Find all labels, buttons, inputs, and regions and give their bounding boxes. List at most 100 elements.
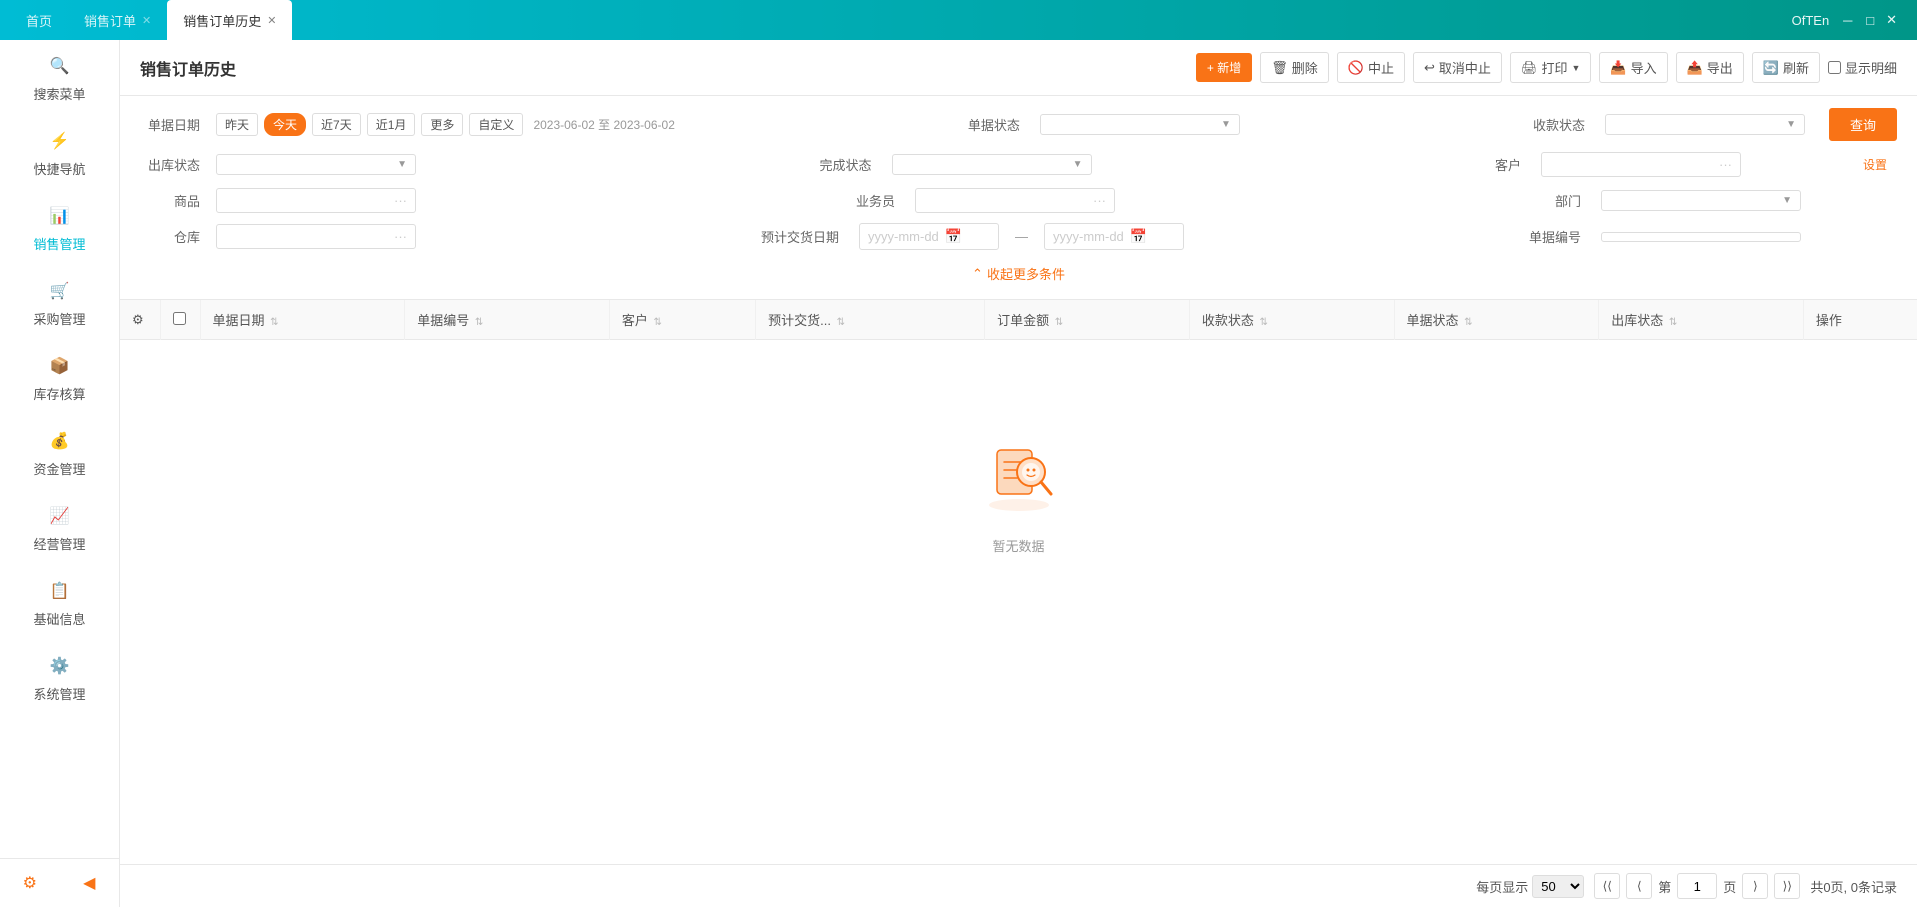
table-body: 暂无数据 (120, 340, 1917, 636)
tab-home[interactable]: 首页 (10, 0, 68, 40)
sidebar-fund-mgmt-label: 资金管理 (33, 459, 85, 478)
sort-doc-no-icon: ⇅ (475, 317, 483, 328)
warehouse-input[interactable]: ··· (216, 224, 416, 249)
sidebar-item-purchase-mgmt[interactable]: 🛒 采购管理 (0, 265, 119, 340)
print-button[interactable]: 🖨 打印 ▼ (1510, 52, 1591, 83)
tab-sales-order-label: 销售订单 (84, 11, 136, 30)
empty-text: 暂无数据 (992, 536, 1044, 555)
export-button[interactable]: 📤 导出 (1676, 52, 1744, 83)
th-checkbox[interactable] (160, 300, 200, 340)
page-first-button[interactable]: ⟨⟨ (1594, 873, 1620, 899)
product-input[interactable]: ··· (216, 188, 416, 213)
page-last-button[interactable]: ⟩⟩ (1774, 873, 1800, 899)
stop-button[interactable]: 🚫 中止 (1337, 52, 1405, 83)
sidebar-quick-nav-label: 快捷导航 (33, 159, 85, 178)
sort-expected-delivery-icon: ⇅ (837, 317, 845, 328)
date-separator: — (1015, 229, 1028, 244)
refresh-button[interactable]: 🔄 刷新 (1752, 52, 1820, 83)
th-doc-date[interactable]: 单据日期 ⇅ (200, 300, 405, 340)
date-btn-today[interactable]: 今天 (264, 113, 306, 136)
warehouse-dots: ··· (394, 229, 407, 244)
outbound-status-select[interactable]: ▼ (216, 154, 416, 175)
order-status-select[interactable]: ▼ (1040, 114, 1240, 135)
date-btn-yesterday[interactable]: 昨天 (216, 113, 258, 136)
window-close[interactable]: ✕ (1886, 12, 1897, 28)
sidebar-settings-icon[interactable]: ⚙ (16, 869, 44, 897)
th-outbound-status[interactable]: 出库状态 ⇅ (1599, 300, 1804, 340)
page-next-button[interactable]: ⟩ (1742, 873, 1768, 899)
filter-section: 单据日期 昨天 今天 近7天 近1月 更多 自定义 2023-06-02 至 2… (120, 96, 1917, 300)
sort-outbound-status-icon: ⇅ (1669, 317, 1677, 328)
department-select[interactable]: ▼ (1601, 190, 1801, 211)
stop-label: 中止 (1368, 58, 1394, 77)
purchase-mgmt-icon: 🛒 (46, 277, 74, 305)
cancel-stop-button[interactable]: ↩ 取消中止 (1413, 52, 1502, 83)
tab-sales-order[interactable]: 销售订单 ✕ (68, 0, 167, 40)
th-customer[interactable]: 客户 ⇅ (609, 300, 755, 340)
completion-status-select[interactable]: ▼ (892, 154, 1092, 175)
date-btn-7days[interactable]: 近7天 (312, 113, 361, 136)
page-label-before: 第 (1658, 877, 1671, 896)
th-expected-delivery-label: 预计交货... (768, 313, 831, 328)
date-btn-custom[interactable]: 自定义 (469, 113, 523, 136)
sidebar-item-sys-mgmt[interactable]: ⚙️ 系统管理 (0, 640, 119, 715)
tab-sales-order-close[interactable]: ✕ (142, 14, 151, 27)
sidebar-item-operation-mgmt[interactable]: 📈 经营管理 (0, 490, 119, 565)
th-doc-status[interactable]: 单据状态 ⇅ (1394, 300, 1599, 340)
date-btn-more[interactable]: 更多 (421, 113, 463, 136)
page-size-dropdown[interactable]: 10 20 50 100 (1532, 875, 1584, 898)
sidebar-item-quick-nav[interactable]: ⚡ 快捷导航 (0, 115, 119, 190)
page-size-label: 每页显示 (1476, 877, 1528, 896)
sidebar-item-inventory-calc[interactable]: 📦 库存核算 (0, 340, 119, 415)
delete-button[interactable]: 🗑 删除 (1260, 52, 1329, 83)
empty-state: 暂无数据 (120, 340, 1917, 635)
sidebar-item-sales-mgmt[interactable]: 📊 销售管理 (0, 190, 119, 265)
sort-doc-status-icon: ⇅ (1464, 317, 1472, 328)
outbound-status-chevron-icon: ▼ (397, 159, 407, 170)
th-doc-no[interactable]: 单据编号 ⇅ (405, 300, 610, 340)
tab-sales-order-history-close[interactable]: ✕ (267, 14, 276, 27)
toolbar: + 新增 🗑 删除 🚫 中止 ↩ 取消中止 🖨 打印 ▼ (1196, 52, 1897, 83)
th-expected-delivery[interactable]: 预计交货... ⇅ (756, 300, 985, 340)
collapse-row[interactable]: ⌃ 收起更多条件 (140, 260, 1897, 287)
th-settings[interactable]: ⚙ (120, 300, 160, 340)
pay-status-select[interactable]: ▼ (1605, 114, 1805, 135)
page-prev-button[interactable]: ⟨ (1626, 873, 1652, 899)
salesperson-input[interactable]: ··· (915, 188, 1115, 213)
tab-sales-order-history[interactable]: 销售订单历史 ✕ (167, 0, 292, 40)
delete-label: 删除 (1292, 58, 1318, 77)
show-details-checkbox[interactable] (1828, 61, 1841, 74)
setup-button[interactable]: 设置 (1853, 151, 1897, 178)
customer-input[interactable]: ··· (1541, 152, 1741, 177)
page-number-input[interactable] (1677, 873, 1717, 899)
page-title: 销售订单历史 (140, 56, 236, 80)
th-order-amount[interactable]: 订单金额 ⇅ (985, 300, 1190, 340)
sidebar-item-fund-mgmt[interactable]: 💰 资金管理 (0, 415, 119, 490)
th-payment-status[interactable]: 收款状态 ⇅ (1189, 300, 1394, 340)
date-to-input[interactable]: yyyy-mm-dd 📅 (1044, 223, 1184, 250)
empty-state-row: 暂无数据 (120, 340, 1917, 636)
add-button[interactable]: + 新增 (1196, 53, 1252, 82)
sidebar-search-menu-label: 搜索菜单 (33, 84, 85, 103)
top-right-icons: OfTEn － □ ✕ (1792, 11, 1907, 30)
sidebar-collapse-icon[interactable]: ◀ (75, 869, 103, 897)
import-button[interactable]: 📥 导入 (1599, 52, 1667, 83)
sidebar-item-basic-info[interactable]: 📋 基础信息 (0, 565, 119, 640)
date-from-input[interactable]: yyyy-mm-dd 📅 (859, 223, 999, 250)
window-minimize[interactable]: － (1841, 11, 1854, 30)
fund-mgmt-icon: 💰 (46, 427, 74, 455)
query-button[interactable]: 查询 (1829, 108, 1897, 141)
window-maximize[interactable]: □ (1866, 13, 1874, 28)
show-details-label: 显示明细 (1845, 58, 1897, 77)
date-btn-1month[interactable]: 近1月 (367, 113, 416, 136)
order-number-input[interactable] (1601, 232, 1801, 242)
table-area: ⚙ 单据日期 ⇅ 单据编号 ⇅ (120, 300, 1917, 864)
top-bar: 首页 销售订单 ✕ 销售订单历史 ✕ OfTEn － □ ✕ (0, 0, 1917, 40)
sidebar-bottom: ⚙ ◀ (0, 858, 119, 907)
th-action: 操作 (1803, 300, 1917, 340)
select-all-checkbox[interactable] (173, 312, 186, 325)
operation-mgmt-icon: 📈 (46, 502, 74, 530)
customer-dots: ··· (1719, 157, 1732, 172)
stop-icon: 🚫 (1348, 60, 1364, 76)
sidebar-search-menu[interactable]: 🔍 搜索菜单 (0, 40, 119, 115)
